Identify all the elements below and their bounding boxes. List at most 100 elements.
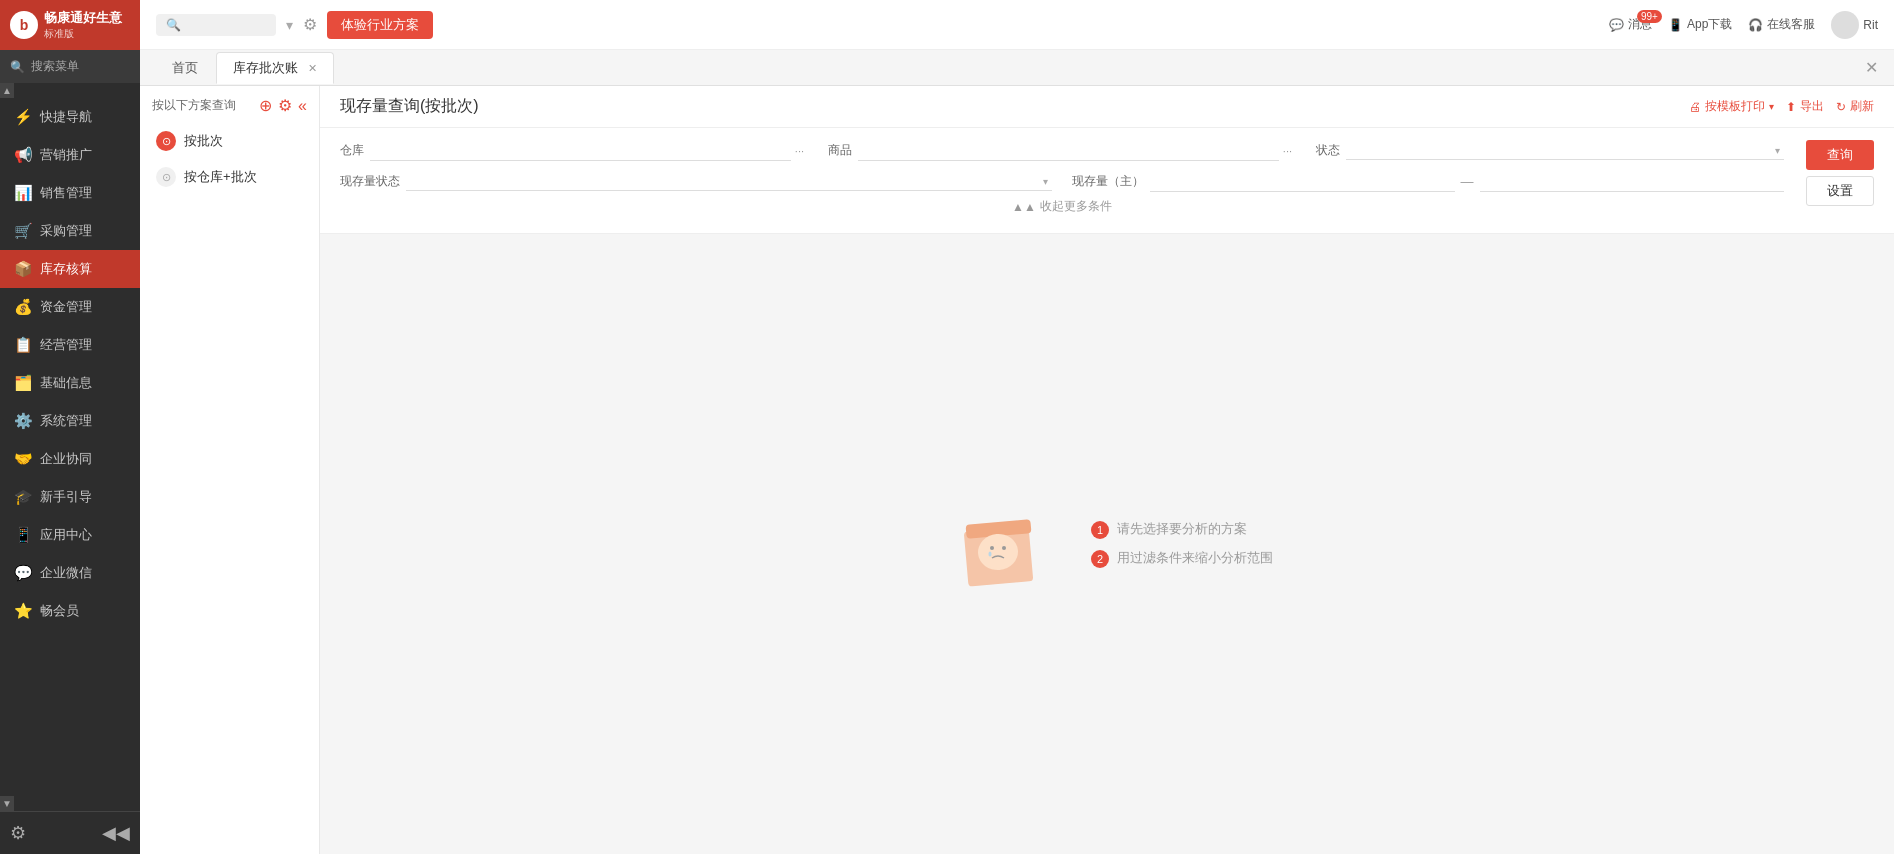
sidebar-header: b 畅康通好生意 标准版 bbox=[0, 0, 140, 50]
app-download-item[interactable]: 📱 App下载 bbox=[1668, 16, 1732, 33]
online-service-item[interactable]: 🎧 在线客服 bbox=[1748, 16, 1815, 33]
sidebar-item-label: 应用中心 bbox=[40, 526, 92, 544]
query-button[interactable]: 查询 bbox=[1806, 140, 1874, 170]
page-header: 现存量查询(按批次) 🖨 按模板打印 ▾ ⬆ 导出 ↻ 刷新 bbox=[320, 86, 1894, 128]
sidebar-item-label: 资金管理 bbox=[40, 298, 92, 316]
sidebar-scroll-up[interactable]: ▲ bbox=[0, 83, 14, 98]
sidebar-item-label: 快捷导航 bbox=[40, 108, 92, 126]
print-icon: 🖨 bbox=[1689, 100, 1701, 114]
status-select[interactable]: ▾ bbox=[1346, 142, 1784, 160]
sidebar-item-label: 新手引导 bbox=[40, 488, 92, 506]
tab-batch-account[interactable]: 库存批次账 ✕ bbox=[216, 52, 334, 84]
user-name: Rit bbox=[1863, 18, 1878, 32]
sidebar-item-label: 销售管理 bbox=[40, 184, 92, 202]
sidebar-item-finance[interactable]: 💰 资金管理 bbox=[0, 288, 140, 326]
settings-icon[interactable]: ⚙ bbox=[10, 822, 26, 844]
warehouse-more-button[interactable]: ··· bbox=[791, 143, 808, 159]
sidebar-footer: ⚙ ◀◀ bbox=[0, 811, 140, 854]
empty-svg bbox=[941, 484, 1061, 604]
refresh-label: 刷新 bbox=[1850, 98, 1874, 115]
page-header-actions: 🖨 按模板打印 ▾ ⬆ 导出 ↻ 刷新 bbox=[1689, 98, 1874, 115]
filter-row-1: 仓库 ··· 商品 ··· bbox=[340, 140, 1784, 161]
sidebar-item-quick-nav[interactable]: ⚡ 快捷导航 bbox=[0, 98, 140, 136]
sidebar-search[interactable]: 🔍 搜索菜单 bbox=[0, 50, 140, 83]
gear-icon[interactable]: ⚙ bbox=[303, 15, 317, 34]
collapse-more-button[interactable]: ▲▲ 收起更多条件 bbox=[340, 192, 1784, 221]
operation-icon: 📋 bbox=[14, 336, 32, 354]
basic-icon: 🗂️ bbox=[14, 374, 32, 392]
sidebar-item-appstore[interactable]: 📱 应用中心 bbox=[0, 516, 140, 554]
collapse-plan-icon[interactable]: « bbox=[298, 97, 307, 115]
tab-home[interactable]: 首页 bbox=[156, 53, 214, 83]
range-dash: — bbox=[1461, 174, 1474, 189]
sidebar-item-label: 基础信息 bbox=[40, 374, 92, 392]
refresh-icon: ↻ bbox=[1836, 100, 1846, 114]
inventory-qty-max[interactable] bbox=[1480, 171, 1785, 192]
product-input[interactable] bbox=[858, 140, 1279, 161]
enterprise-icon: 🤝 bbox=[14, 450, 32, 468]
message-icon: 💬 bbox=[1609, 18, 1624, 32]
settings-plan-icon[interactable]: ⚙ bbox=[278, 96, 292, 115]
sidebar-item-basic[interactable]: 🗂️ 基础信息 bbox=[0, 364, 140, 402]
refresh-button[interactable]: ↻ 刷新 bbox=[1836, 98, 1874, 115]
sidebar-scroll-down[interactable]: ▼ bbox=[0, 796, 14, 811]
svg-point-5 bbox=[989, 552, 992, 557]
sidebar-item-wechat[interactable]: 💬 企业微信 bbox=[0, 554, 140, 592]
filter-actions: 查询 设置 bbox=[1806, 140, 1874, 206]
sidebar-item-label: 库存核算 bbox=[40, 260, 92, 278]
sidebar-item-marketing[interactable]: 📢 营销推广 bbox=[0, 136, 140, 174]
export-button[interactable]: ⬆ 导出 bbox=[1786, 98, 1824, 115]
collapse-sidebar-button[interactable]: ◀◀ bbox=[102, 822, 130, 844]
sidebar-item-label: 营销推广 bbox=[40, 146, 92, 164]
product-field-wrapper: 商品 ··· bbox=[828, 140, 1296, 161]
topbar-search-box[interactable]: 🔍 bbox=[156, 14, 276, 36]
sidebar-item-label: 企业微信 bbox=[40, 564, 92, 582]
sidebar-item-operation[interactable]: 📋 经营管理 bbox=[0, 326, 140, 364]
sales-icon: 📊 bbox=[14, 184, 32, 202]
newbie-icon: 🎓 bbox=[14, 488, 32, 506]
sidebar-item-system[interactable]: ⚙️ 系统管理 bbox=[0, 402, 140, 440]
right-panel: 现存量查询(按批次) 🖨 按模板打印 ▾ ⬆ 导出 ↻ 刷新 bbox=[320, 86, 1894, 854]
sidebar: b 畅康通好生意 标准版 🔍 搜索菜单 ▲ ⚡ 快捷导航 📢 营销推广 📊 bbox=[0, 0, 140, 854]
empty-state: 1 请先选择要分析的方案 2 用过滤条件来缩小分析范围 bbox=[320, 234, 1894, 854]
app-download-label: App下载 bbox=[1687, 16, 1732, 33]
template-print-button[interactable]: 🖨 按模板打印 ▾ bbox=[1689, 98, 1774, 115]
sidebar-item-vip[interactable]: ⭐ 畅会员 bbox=[0, 592, 140, 630]
collapse-label: 收起更多条件 bbox=[1040, 198, 1112, 215]
plan-icon-by-warehouse-batch: ⊙ bbox=[156, 167, 176, 187]
sidebar-item-inventory[interactable]: 📦 库存核算 bbox=[0, 250, 140, 288]
sidebar-item-purchase[interactable]: 🛒 采购管理 bbox=[0, 212, 140, 250]
marketing-icon: 📢 bbox=[14, 146, 32, 164]
sidebar-item-sales[interactable]: 📊 销售管理 bbox=[0, 174, 140, 212]
messages-item[interactable]: 💬 消息 99+ bbox=[1609, 16, 1652, 33]
settings-button[interactable]: 设置 bbox=[1806, 176, 1874, 206]
sidebar-item-enterprise[interactable]: 🤝 企业协同 bbox=[0, 440, 140, 478]
trial-button[interactable]: 体验行业方案 bbox=[327, 11, 433, 39]
panel-close-button[interactable]: ✕ bbox=[1865, 58, 1878, 77]
empty-illustration bbox=[941, 484, 1061, 604]
inventory-qty-min[interactable] bbox=[1150, 171, 1455, 192]
warehouse-field-wrapper: 仓库 ··· bbox=[340, 140, 808, 161]
sidebar-item-newbie[interactable]: 🎓 新手引导 bbox=[0, 478, 140, 516]
plan-item-by-batch[interactable]: ⊙ 按批次 bbox=[140, 123, 319, 159]
app-logo: b bbox=[10, 11, 38, 39]
add-plan-icon[interactable]: ⊕ bbox=[259, 96, 272, 115]
topbar-right: 💬 消息 99+ 📱 App下载 🎧 在线客服 Rit bbox=[1609, 11, 1878, 39]
tab-close-button[interactable]: ✕ bbox=[308, 62, 317, 74]
tab-label: 库存批次账 bbox=[233, 60, 298, 75]
status-field-wrapper: 状态 ▾ bbox=[1316, 142, 1784, 160]
inventory-status-field: 现存量状态 ▾ bbox=[340, 173, 1052, 191]
status-dropdown-icon: ▾ bbox=[1775, 145, 1780, 156]
user-item[interactable]: Rit bbox=[1831, 11, 1878, 39]
plan-item-by-warehouse-batch[interactable]: ⊙ 按仓库+批次 bbox=[140, 159, 319, 195]
hint-item-2: 2 用过滤条件来缩小分析范围 bbox=[1091, 549, 1273, 568]
template-print-label: 按模板打印 bbox=[1705, 98, 1765, 115]
product-more-button[interactable]: ··· bbox=[1279, 143, 1296, 159]
inventory-status-select[interactable]: ▾ bbox=[406, 173, 1052, 191]
filter-row-2: 现存量状态 ▾ 现存量（主） bbox=[340, 171, 1784, 192]
dropdown-arrow-icon[interactable]: ▾ bbox=[286, 17, 293, 33]
app-title: 畅康通好生意 bbox=[44, 10, 122, 27]
inv-status-dropdown-icon: ▾ bbox=[1043, 176, 1048, 187]
page-title: 现存量查询(按批次) bbox=[340, 96, 479, 117]
warehouse-input[interactable] bbox=[370, 140, 791, 161]
